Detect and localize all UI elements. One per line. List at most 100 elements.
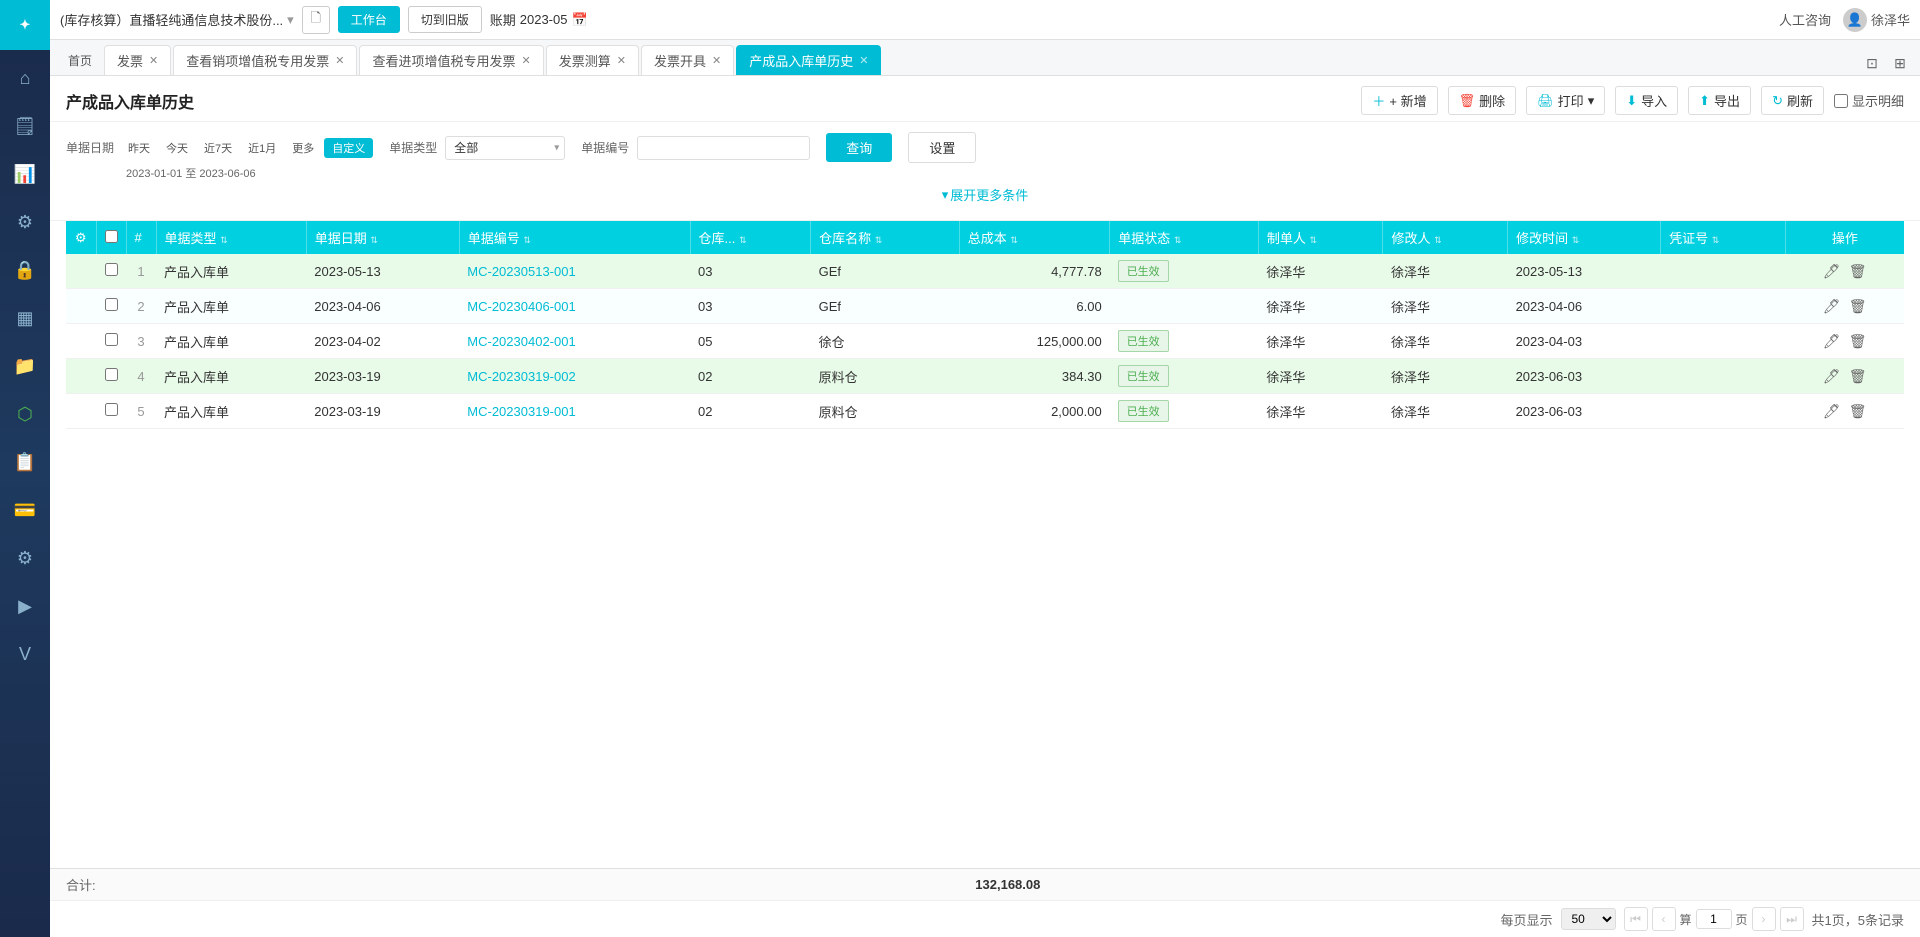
sidebar-item-chart[interactable]: 📊 — [3, 152, 47, 196]
row-delete-icon[interactable]: 🗑 — [1847, 330, 1869, 352]
refresh-button[interactable]: ↻ 刷新 — [1761, 86, 1824, 115]
column-warehouse-code[interactable]: 仓库... ⇅ — [690, 221, 811, 254]
tab-invoice-close[interactable]: ✕ — [149, 54, 158, 67]
column-modifier[interactable]: 修改人 ⇅ — [1383, 221, 1508, 254]
row-settings — [66, 359, 96, 394]
select-all-checkbox[interactable] — [105, 230, 118, 243]
page-number-input[interactable] — [1696, 909, 1732, 929]
shortcut-today[interactable]: 今天 — [160, 138, 194, 158]
tab-product-history-close[interactable]: ✕ — [859, 54, 868, 67]
support-link[interactable]: 人工咨询 — [1779, 10, 1831, 29]
row-delete-icon[interactable]: 🗑 — [1847, 295, 1869, 317]
row-delete-icon[interactable]: 🗑 — [1847, 260, 1869, 282]
shortcut-yesterday[interactable]: 昨天 — [122, 138, 156, 158]
shortcut-more[interactable]: 更多 — [286, 138, 320, 158]
number-input[interactable] — [637, 136, 810, 160]
query-button[interactable]: 查询 — [826, 133, 892, 162]
sidebar-item-report[interactable]: 📋 — [3, 440, 47, 484]
first-page-button[interactable]: ⏮ — [1624, 907, 1648, 931]
column-gear[interactable]: ⚙ — [66, 221, 96, 254]
expand-conditions-button[interactable]: ▾ 展开更多条件 — [942, 185, 1029, 204]
row-edit-icon[interactable]: 🖊 — [1821, 260, 1843, 282]
column-status[interactable]: 单据状态 ⇅ — [1110, 221, 1259, 254]
row-warehouse-code: 02 — [690, 394, 811, 429]
tab-maximize-button[interactable]: ⊞ — [1888, 51, 1912, 75]
settings-button[interactable]: 设置 — [908, 132, 976, 163]
shortcut-1month[interactable]: 近1月 — [242, 138, 282, 158]
row-doc-link[interactable]: MC-20230402-001 — [467, 334, 575, 349]
tab-minimize-button[interactable]: ⊡ — [1860, 51, 1884, 75]
tab-purchase-vat[interactable]: 查看进项增值税专用发票 ✕ — [359, 45, 543, 75]
status-badge: 已生效 — [1118, 330, 1169, 352]
row-checkbox[interactable] — [105, 368, 118, 381]
display-detail-checkbox[interactable] — [1834, 94, 1848, 108]
row-doc-link[interactable]: MC-20230406-001 — [467, 299, 575, 314]
row-checkbox[interactable] — [105, 333, 118, 346]
tab-product-history[interactable]: 产成品入库单历史 ✕ — [736, 45, 881, 75]
column-creator[interactable]: 制单人 ⇅ — [1258, 221, 1383, 254]
row-doc-link[interactable]: MC-20230513-001 — [467, 264, 575, 279]
row-edit-icon[interactable]: 🖊 — [1821, 365, 1843, 387]
switch-old-button[interactable]: 切到旧版 — [408, 6, 482, 33]
workbench-button[interactable]: 工作台 — [338, 6, 400, 33]
company-dropdown-icon[interactable]: ▾ — [287, 12, 294, 28]
user-area[interactable]: 👤 徐泽华 — [1843, 8, 1910, 32]
page-size-select[interactable]: 20 50 100 — [1561, 908, 1616, 930]
row-doc-link[interactable]: MC-20230319-001 — [467, 404, 575, 419]
column-warehouse-name[interactable]: 仓库名称 ⇅ — [811, 221, 960, 254]
prev-page-button[interactable]: ‹ — [1652, 907, 1676, 931]
sidebar-item-home[interactable]: ⌂ — [3, 56, 47, 100]
tab-purchase-vat-close[interactable]: ✕ — [522, 54, 531, 67]
sidebar-item-payment[interactable]: 💳 — [3, 488, 47, 532]
row-edit-icon[interactable]: 🖊 — [1821, 295, 1843, 317]
sidebar-item-v[interactable]: V — [3, 632, 47, 676]
tab-invoice-calc-close[interactable]: ✕ — [617, 54, 626, 67]
period-calendar-icon[interactable]: 📅 — [571, 12, 587, 28]
row-edit-icon[interactable]: 🖊 — [1821, 330, 1843, 352]
row-delete-icon[interactable]: 🗑 — [1847, 365, 1869, 387]
sidebar-item-play[interactable]: ▶ — [3, 584, 47, 628]
tab-invoice[interactable]: 发票 ✕ — [104, 45, 171, 75]
date-label: 单据日期 — [66, 139, 114, 156]
row-warehouse-name: GEf — [811, 289, 960, 324]
sidebar-item-stamp[interactable]: ⬡ — [3, 392, 47, 436]
tab-invoice-calc[interactable]: 发票测算 ✕ — [546, 45, 639, 75]
print-button[interactable]: 🖨 打印 ▾ — [1526, 86, 1605, 115]
sidebar-item-lock[interactable]: 🔒 — [3, 248, 47, 292]
new-button[interactable]: ＋ + 新增 — [1361, 86, 1437, 115]
column-number[interactable]: 单据编号 ⇅ — [459, 221, 690, 254]
app-logo[interactable]: ✦ — [0, 0, 50, 50]
tab-sales-vat-close[interactable]: ✕ — [335, 54, 344, 67]
period-display: 账期 2023-05 📅 — [490, 10, 588, 29]
sidebar-item-settings2[interactable]: ⚙ — [3, 536, 47, 580]
shortcut-7days[interactable]: 近7天 — [198, 138, 238, 158]
column-date[interactable]: 单据日期 ⇅ — [306, 221, 459, 254]
row-doc-link[interactable]: MC-20230319-002 — [467, 369, 575, 384]
row-edit-icon[interactable]: 🖊 — [1821, 400, 1843, 422]
column-voucher[interactable]: 凭证号 ⇅ — [1661, 221, 1786, 254]
tab-invoice-open-close[interactable]: ✕ — [712, 54, 721, 67]
column-total-cost[interactable]: 总成本 ⇅ — [959, 221, 1109, 254]
column-type[interactable]: 单据类型 ⇅ — [156, 221, 306, 254]
type-select[interactable]: 全部 产品入库单 — [445, 136, 565, 160]
tab-home[interactable]: 首页 — [58, 45, 102, 75]
export-button[interactable]: ⬆ 导出 — [1688, 86, 1751, 115]
tab-actions: ⊡ ⊞ — [1860, 51, 1912, 75]
row-checkbox[interactable] — [105, 298, 118, 311]
sidebar-item-settings[interactable]: ⚙ — [3, 200, 47, 244]
row-checkbox[interactable] — [105, 263, 118, 276]
tab-sales-vat[interactable]: 查看销项增值税专用发票 ✕ — [173, 45, 357, 75]
row-checkbox[interactable] — [105, 403, 118, 416]
delete-button[interactable]: 🗑 删除 — [1448, 86, 1517, 115]
row-delete-icon[interactable]: 🗑 — [1847, 400, 1869, 422]
next-page-button[interactable]: › — [1752, 907, 1776, 931]
last-page-button[interactable]: ⏭ — [1780, 907, 1804, 931]
sidebar-item-grid[interactable]: ▦ — [3, 296, 47, 340]
sidebar-item-invoice[interactable]: 🗒 — [3, 104, 47, 148]
sidebar-item-folder[interactable]: 📁 — [3, 344, 47, 388]
document-icon[interactable]: 🗋 — [302, 6, 330, 34]
import-button[interactable]: ⬇ 导入 — [1615, 86, 1678, 115]
tab-invoice-open[interactable]: 发票开具 ✕ — [641, 45, 734, 75]
column-modify-time[interactable]: 修改时间 ⇅ — [1508, 221, 1661, 254]
shortcut-custom[interactable]: 自定义 — [324, 138, 373, 158]
